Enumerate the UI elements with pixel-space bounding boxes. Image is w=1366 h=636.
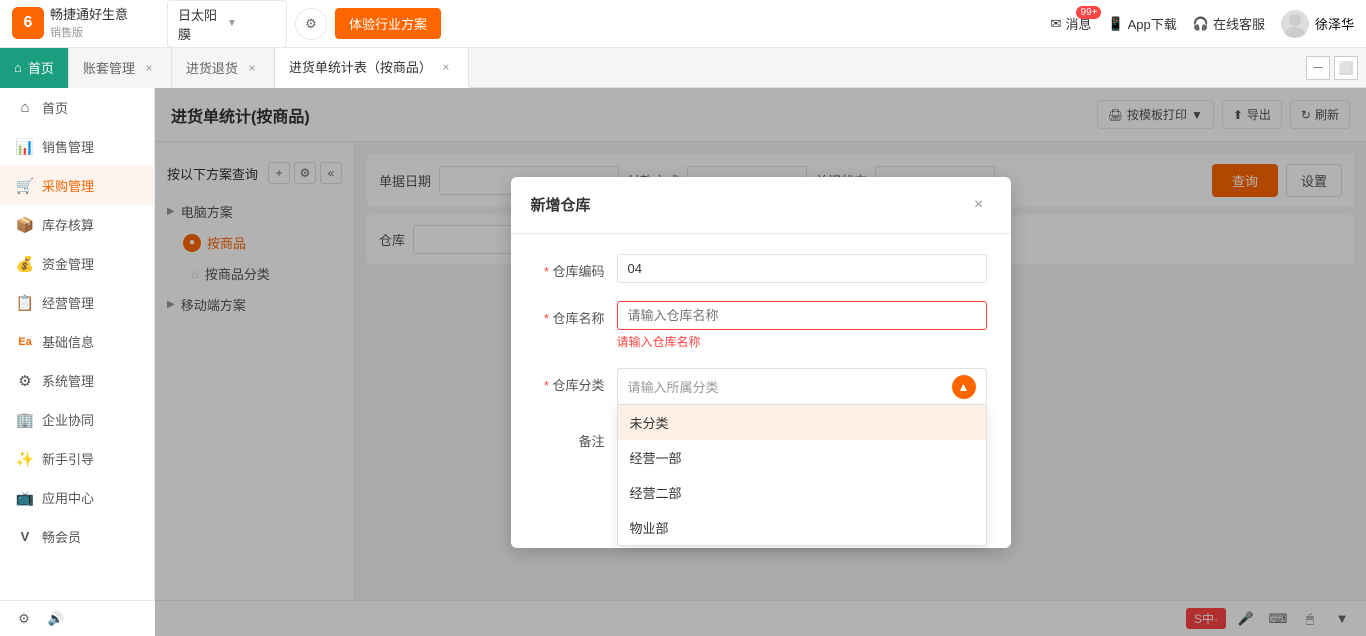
name-label: 仓库名称: [535, 301, 605, 327]
sales-icon: 📊: [16, 138, 34, 156]
gear-icon: ⚙: [305, 16, 317, 32]
form-row-category: 仓库分类 请输入所属分类 ▲ 未分类 经营一部 经营二部 物业部: [535, 368, 987, 406]
online-service-button[interactable]: 🎧 在线客服: [1193, 14, 1265, 33]
top-header: 6 畅捷通好生意 销售版 日太阳膜 ▼ ⚙ 体验行业方案 ✉ 消息 99+ 📱 …: [0, 0, 1366, 48]
sidebar-item-guide[interactable]: ✨ 新手引导: [0, 439, 154, 478]
sidebar-item-stock[interactable]: 📦 库存核算: [0, 205, 154, 244]
sidebar-item-system[interactable]: ⚙ 系统管理: [0, 361, 154, 400]
user-avatar: [1281, 10, 1309, 38]
form-row-name: 仓库名称 请输入仓库名称: [535, 301, 987, 350]
dropdown-item-dept2[interactable]: 经营二部: [618, 475, 986, 510]
user-area[interactable]: 徐泽华: [1281, 10, 1354, 38]
code-label: 仓库编码: [535, 254, 605, 280]
dropdown-item-uncategorized[interactable]: 未分类: [618, 405, 986, 440]
tab-close-icon[interactable]: ×: [141, 60, 157, 76]
dropdown-item-dept1[interactable]: 经营一部: [618, 440, 986, 475]
sidebar: ⌂ 首页 📊 销售管理 🛒 采购管理 📦 库存核算 💰 资金管理 📋 经营管理 …: [0, 88, 155, 636]
category-placeholder: 请输入所属分类: [628, 377, 719, 396]
headset-icon: 🎧: [1193, 16, 1209, 32]
main-layout: ⌂ 首页 📊 销售管理 🛒 采购管理 📦 库存核算 💰 资金管理 📋 经营管理 …: [0, 88, 1366, 636]
sidebar-item-apps[interactable]: 📺 应用中心: [0, 478, 154, 517]
tab-purchase-return[interactable]: 进货退货 ×: [172, 48, 275, 88]
purchase-icon: 🛒: [16, 177, 34, 195]
operation-icon: 📋: [16, 294, 34, 312]
enterprise-icon: 🏢: [16, 411, 34, 429]
code-field-wrap: [617, 254, 987, 283]
sidebar-item-home[interactable]: ⌂ 首页: [0, 88, 154, 127]
app-download-button[interactable]: 📱 App下载: [1107, 14, 1176, 33]
code-input[interactable]: [617, 254, 987, 283]
name-field-wrap: 请输入仓库名称: [617, 301, 987, 350]
form-row-code: 仓库编码: [535, 254, 987, 283]
modal-title: 新增仓库: [531, 194, 591, 215]
message-button[interactable]: ✉ 消息 99+: [1051, 14, 1092, 33]
sidebar-item-enterprise[interactable]: 🏢 企业协同: [0, 400, 154, 439]
modal-body: 仓库编码 仓库名称 请输入仓库名称: [511, 234, 1011, 491]
sidebar-item-purchase[interactable]: 🛒 采购管理: [0, 166, 154, 205]
member-icon: V: [16, 528, 34, 546]
header-right: ✉ 消息 99+ 📱 App下载 🎧 在线客服 徐泽华: [1051, 10, 1354, 38]
sidebar-item-operation[interactable]: 📋 经营管理: [0, 283, 154, 322]
tab-right-buttons: － ⬜: [1306, 56, 1366, 80]
home-icon: ⌂: [14, 60, 22, 75]
category-arrow-icon: ▲: [952, 375, 976, 399]
modal-close-button[interactable]: ×: [967, 193, 991, 217]
tab-maximize-button[interactable]: ⬜: [1334, 56, 1358, 80]
sidebar-item-member[interactable]: V 畅会员: [0, 517, 154, 556]
category-field-wrap: 请输入所属分类 ▲ 未分类 经营一部 经营二部 物业部: [617, 368, 987, 406]
tab-close-icon[interactable]: ×: [244, 60, 260, 76]
category-label: 仓库分类: [535, 368, 605, 394]
tab-home[interactable]: ⌂ 首页: [0, 48, 69, 88]
settings-button[interactable]: ⚙: [295, 8, 327, 40]
name-error-msg: 请输入仓库名称: [617, 333, 987, 350]
tab-purchase-stats[interactable]: 进货单统计表（按商品） ×: [275, 48, 469, 88]
bottom-left: ⚙ 🔊: [12, 607, 68, 631]
category-dropdown-list: 未分类 经营一部 经营二部 物业部: [617, 404, 987, 546]
notes-label: 备注: [535, 424, 605, 450]
system-icon: ⚙: [16, 372, 34, 390]
tab-minimize-button[interactable]: －: [1306, 56, 1330, 80]
stock-icon: 📦: [16, 216, 34, 234]
sidebar-item-finance[interactable]: 💰 资金管理: [0, 244, 154, 283]
logo-text: 畅捷通好生意 销售版: [50, 7, 128, 40]
header-middle: 日太阳膜 ▼ ⚙ 体验行业方案: [167, 0, 1051, 48]
logo-icon: 6: [12, 7, 44, 39]
username: 徐泽华: [1315, 14, 1354, 33]
basic-info-icon: Ea: [16, 333, 34, 351]
modal-overlay: 新增仓库 × 仓库编码 仓库名称: [155, 88, 1366, 636]
phone-icon: 📱: [1107, 16, 1123, 32]
dropdown-item-dept3[interactable]: 物业部: [618, 510, 986, 545]
tab-bar: ⌂ 首页 账套管理 × 进货退货 × 进货单统计表（按商品） × － ⬜: [0, 48, 1366, 88]
dropdown-arrow-icon: ▼: [227, 18, 276, 29]
tab-accounts[interactable]: 账套管理 ×: [69, 48, 172, 88]
logo-area: 6 畅捷通好生意 销售版: [12, 7, 167, 40]
guide-icon: ✨: [16, 450, 34, 468]
new-warehouse-modal: 新增仓库 × 仓库编码 仓库名称: [511, 177, 1011, 548]
apps-icon: 📺: [16, 489, 34, 507]
sidebar-item-basic[interactable]: Ea 基础信息: [0, 322, 154, 361]
message-icon: ✉: [1051, 16, 1062, 32]
close-icon: ×: [974, 196, 983, 214]
category-dropdown[interactable]: 请输入所属分类 ▲: [617, 368, 987, 406]
content-area: 进货单统计(按商品) 🖨 按模板打印 ▼ ⬆ 导出 ↻ 刷新: [155, 88, 1366, 636]
message-badge: 99+: [1076, 6, 1101, 19]
sidebar-item-sales[interactable]: 📊 销售管理: [0, 127, 154, 166]
tab-close-icon[interactable]: ×: [438, 59, 454, 75]
store-selector[interactable]: 日太阳膜 ▼: [167, 0, 287, 48]
modal-header: 新增仓库 ×: [511, 177, 1011, 234]
name-input[interactable]: [617, 301, 987, 330]
finance-icon: 💰: [16, 255, 34, 273]
home-sidebar-icon: ⌂: [16, 99, 34, 117]
trial-button[interactable]: 体验行业方案: [335, 8, 441, 39]
bottom-settings-icon[interactable]: ⚙: [12, 607, 36, 631]
bottom-sound-icon[interactable]: 🔊: [44, 607, 68, 631]
